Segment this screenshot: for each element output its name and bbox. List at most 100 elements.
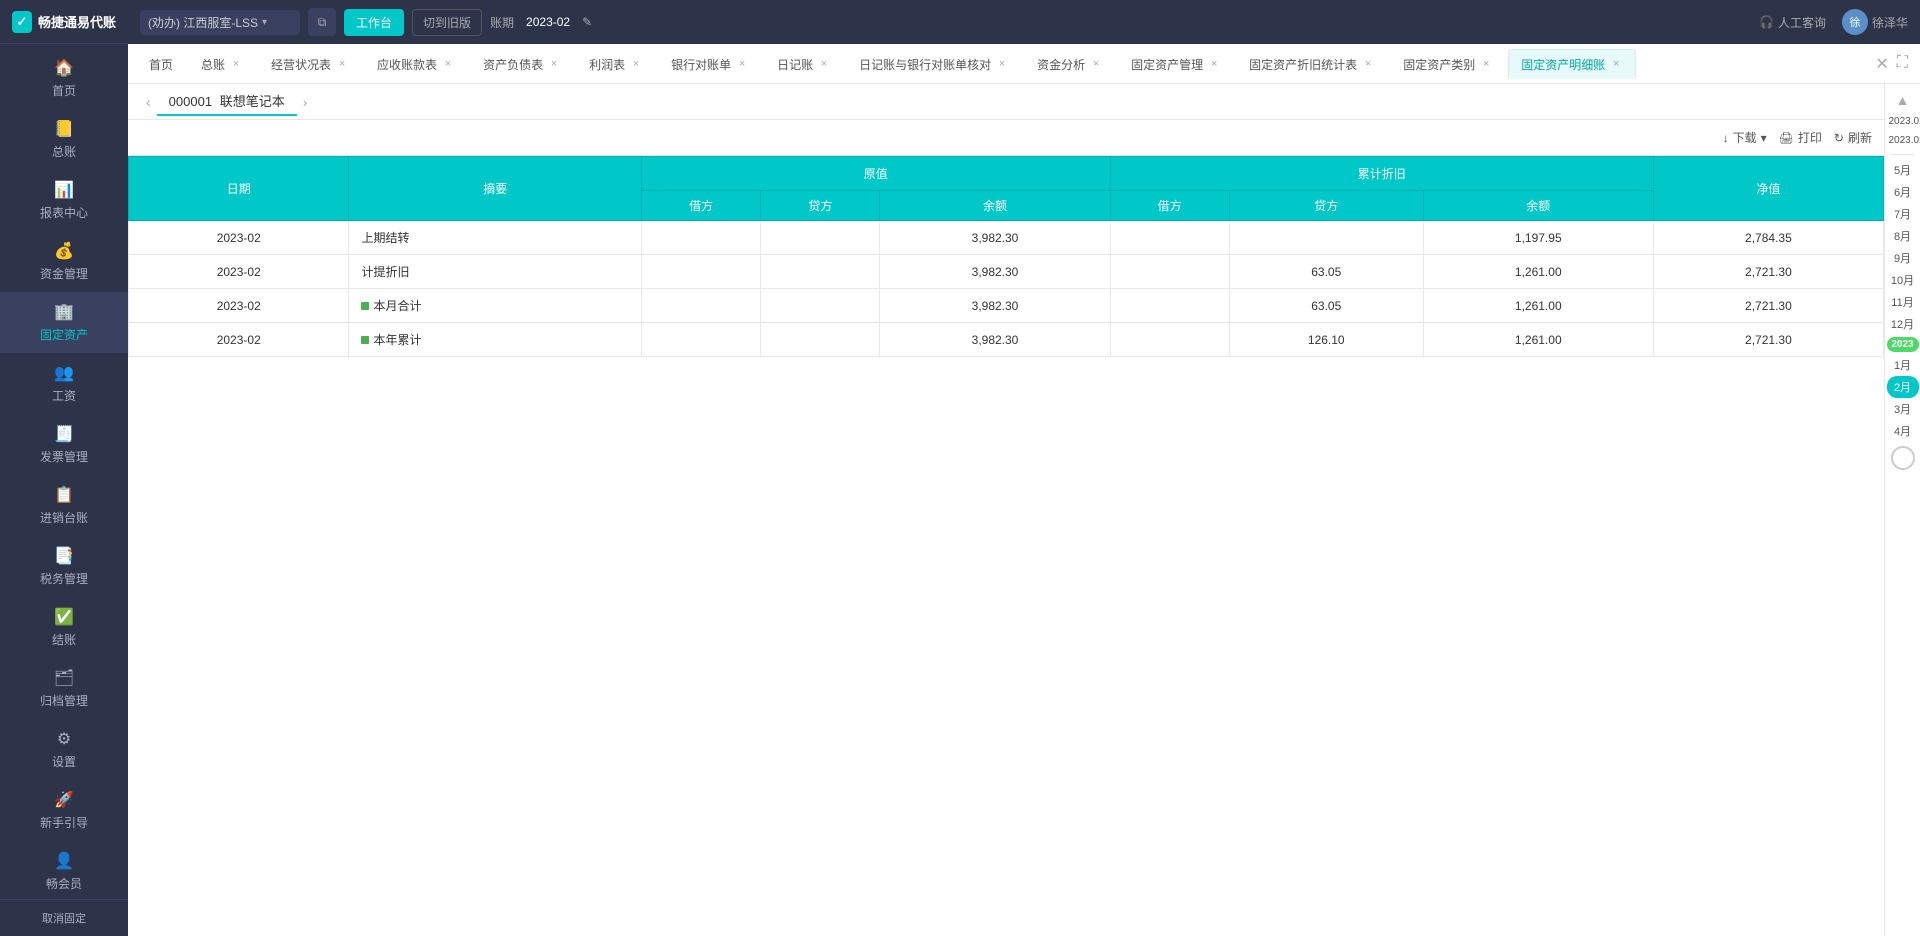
sidebar-item-tax[interactable]: 📑 税务管理 [0,536,128,597]
tab-status[interactable]: 经营状况表 × [258,49,362,79]
green-dot-icon [361,336,369,344]
tab-fixeddep-close[interactable]: × [1361,57,1375,71]
tab-bankcheck[interactable]: 日记账与银行对账单核对 × [846,49,1022,79]
company-name: (劝办) 江西服室-LSS [148,14,258,31]
toolbar: ↓ 下载 ▾ 🖨 打印 ↻ 刷新 [128,120,1884,156]
month-3[interactable]: 3月 [1887,398,1919,420]
tab-journal-close[interactable]: × [817,57,831,71]
fund-icon: 💰 [54,241,74,261]
tab-status-close[interactable]: × [335,57,349,71]
tab-fixedmgmt[interactable]: 固定资产管理 × [1118,49,1234,79]
nav-right-button[interactable]: › [297,92,314,112]
month-9[interactable]: 9月 [1887,247,1919,269]
consult-button[interactable]: 🎧 人工客询 [1759,14,1826,31]
workbench-button[interactable]: 工作台 [344,9,404,36]
tab-asset-label: 资产负债表 [483,56,543,73]
sidebar-item-member[interactable]: 👤 畅会员 [0,841,128,899]
tab-profit-close[interactable]: × [629,57,643,71]
tab-receivable-close[interactable]: × [441,57,455,71]
month-1[interactable]: 1月 [1887,354,1919,376]
user-profile[interactable]: 徐 徐泽华 [1842,9,1908,35]
cell-net-value: 2,721.30 [1653,255,1883,289]
sidebar-item-salesledger[interactable]: 📋 进销台账 [0,475,128,536]
avatar-initial: 徐 [1849,14,1860,30]
copy-button[interactable]: ⧉ [308,8,336,36]
sidebar-item-fund[interactable]: 💰 资金管理 [0,231,128,292]
main-area: (劝办) 江西服室-LSS ▾ ⧉ 工作台 切到旧版 账期 2023-02 ✎ … [128,0,1920,936]
sidebar-item-archive[interactable]: 🗂 归档管理 [0,658,128,719]
sidebar-unpin[interactable]: 取消固定 [0,899,128,936]
tab-profit[interactable]: 利润表 × [576,49,656,79]
tab-fundanalysis-close[interactable]: × [1089,57,1103,71]
unpin-label: 取消固定 [42,910,86,926]
tab-fixedmgmt-close[interactable]: × [1207,57,1221,71]
sidebar-item-label: 工资 [52,387,76,404]
switch-version-button[interactable]: 切到旧版 [412,9,482,36]
month-4[interactable]: 4月 [1887,420,1919,442]
tab-receivable[interactable]: 应收账款表 × [364,49,468,79]
tab-asset-close[interactable]: × [547,57,561,71]
sidebar-item-home[interactable]: 🏠 首页 [0,48,128,109]
refresh-button[interactable]: ↻ 刷新 [1834,129,1872,146]
cell-orig-debit [642,289,761,323]
tab-fixedcat-close[interactable]: × [1479,57,1493,71]
month-7[interactable]: 7月 [1887,203,1919,225]
sidebar-item-guide[interactable]: 🚀 新手引导 [0,780,128,841]
period-edit-icon[interactable]: ✎ [582,15,592,29]
col-summary: 摘要 [349,157,642,221]
sidebar-item-ledger[interactable]: 📒 总账 [0,109,128,170]
tab-bankcheck-close[interactable]: × [995,57,1009,71]
month-10[interactable]: 10月 [1887,269,1919,291]
download-chevron: ▾ [1761,131,1767,145]
tab-fixeddetail-close[interactable]: × [1609,57,1623,71]
asset-sub-tab[interactable]: 000001 联想笔记本 [157,87,297,116]
cell-date: 2023-02 [129,255,349,289]
month-2-active[interactable]: 2月 [1887,376,1919,398]
sidebar-item-reports[interactable]: 📊 报表中心 [0,170,128,231]
nav-left-button[interactable]: ‹ [140,92,157,112]
month-11[interactable]: 11月 [1887,291,1919,313]
sidebar-item-settle[interactable]: ✅ 结账 [0,597,128,658]
tab-fixeddep[interactable]: 固定资产折旧统计表 × [1236,49,1388,79]
tab-ledger-close[interactable]: × [229,57,243,71]
month-5[interactable]: 5月 [1887,159,1919,181]
col-acc-credit: 贷方 [1229,191,1423,221]
sidebar-item-fixed[interactable]: 🏢 固定资产 [0,292,128,353]
download-button[interactable]: ↓ 下载 ▾ [1723,129,1767,146]
sidebar-item-payroll[interactable]: 👥 工资 [0,353,128,414]
summary-cell: 本月合计 [361,297,421,314]
panel-up-button[interactable]: ▲ [1892,88,1914,112]
sidebar-item-label: 进销台账 [40,509,88,526]
month-8[interactable]: 8月 [1887,225,1919,247]
month-12[interactable]: 12月 [1887,313,1919,335]
date-item-1[interactable]: 2023.02 [1887,112,1919,131]
year-2023-tag: 2023 [1887,337,1919,352]
tab-fixeddetail[interactable]: 固定资产明细账 × [1508,49,1636,79]
cell-acc-credit: 126.10 [1229,323,1423,357]
asset-code: 000001 [169,94,212,109]
tab-ledger[interactable]: 总账 × [188,49,256,79]
print-button[interactable]: 🖨 打印 [1779,129,1822,146]
date-item-2[interactable]: 2023.02 [1887,131,1919,150]
company-selector[interactable]: (劝办) 江西服室-LSS ▾ [140,10,300,35]
tab-close-all-icon[interactable]: ✕ [1875,54,1888,74]
cell-summary: 上期结转 [349,221,642,255]
tab-bank[interactable]: 银行对账单 × [658,49,762,79]
tab-expand-icon[interactable]: ⛶ [1897,54,1908,74]
tab-bank-close[interactable]: × [735,57,749,71]
copy-icon: ⧉ [318,15,327,30]
tab-fundanalysis[interactable]: 资金分析 × [1024,49,1116,79]
sidebar-item-invoice[interactable]: 🧾 发票管理 [0,414,128,475]
sidebar-item-settings[interactable]: ⚙ 设置 [0,719,128,780]
tab-fixedcat[interactable]: 固定资产类别 × [1390,49,1506,79]
sidebar-item-label: 资金管理 [40,265,88,282]
panel-bottom-circle[interactable] [1891,446,1915,470]
tab-journal[interactable]: 日记账 × [764,49,844,79]
table-container: 日期 摘要 原值 累计折旧 净值 借方 贷方 余额 借方 贷方 余额 [128,156,1884,936]
month-6[interactable]: 6月 [1887,181,1919,203]
tab-asset[interactable]: 资产负债表 × [470,49,574,79]
col-orig-balance: 余额 [880,191,1110,221]
tab-home[interactable]: 首页 [136,49,186,79]
print-icon: 🖨 [1779,131,1794,145]
cell-net-value: 2,784.35 [1653,221,1883,255]
